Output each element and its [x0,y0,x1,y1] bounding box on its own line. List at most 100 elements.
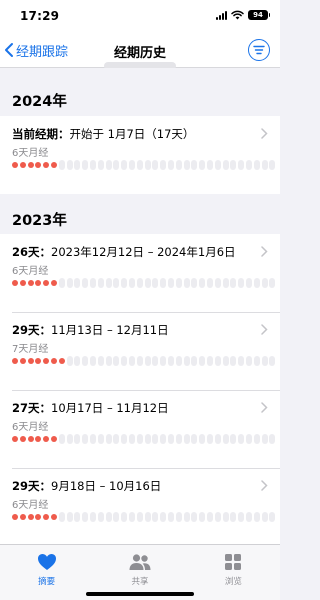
heart-icon [35,551,59,573]
period-day-dot [50,278,57,288]
cycle-day-marker [199,160,206,170]
cellular-signal-icon [216,10,227,20]
cycle-day-marker [222,512,229,522]
grid-icon [221,551,245,573]
cycle-day-marker [214,278,221,288]
period-day-dot [58,356,65,366]
cycle-day-marker [66,512,73,522]
cycle-day-marker [105,512,112,522]
cycle-day-marker [152,356,159,366]
cycle-day-marker [58,434,65,444]
period-row[interactable]: 26天：2023年12月12日 – 2024年1月6日 6天月经 [0,234,280,312]
cycle-day-marker [183,512,190,522]
cycle-day-marker [74,356,81,366]
cycle-day-marker [206,434,213,444]
cycle-day-marker [191,278,198,288]
cycle-day-marker [97,356,104,366]
period-day-dot [35,434,42,444]
cycle-day-marker [144,512,151,522]
cycle-day-marker [230,278,237,288]
cycle-day-marker [175,434,182,444]
cycle-day-marker [58,278,65,288]
cycle-day-marker [230,356,237,366]
cycle-day-marker [183,278,190,288]
cycle-dots [12,160,277,170]
period-day-dot [19,512,26,522]
cycle-day-marker [89,512,96,522]
cycle-day-marker [113,160,120,170]
period-row[interactable]: 29天：11月13日 – 12月11日 7天月经 [0,312,280,390]
cycle-day-marker [214,434,221,444]
cycle-day-marker [105,356,112,366]
cycle-day-marker [167,512,174,522]
cycle-day-marker [191,434,198,444]
chevron-right-icon [261,324,268,335]
period-day-dot [35,512,42,522]
period-row[interactable]: 当前经期：开始于 1月7日（17天） 6天月经 [0,116,280,194]
period-row[interactable]: 27天：10月17日 – 11月12日 6天月经 [0,390,280,468]
cycle-day-marker [97,278,104,288]
section-card-2024: 当前经期：开始于 1月7日（17天） 6天月经 [0,116,280,194]
cycle-dots [12,278,277,288]
period-day-dot [19,434,26,444]
period-day-dot [12,512,18,522]
cycle-day-marker [82,160,89,170]
cycle-day-marker [58,512,65,522]
cycle-day-marker [167,160,174,170]
cycle-day-marker [253,278,260,288]
cycle-day-marker [191,160,198,170]
cycle-day-marker [222,356,229,366]
cycle-day-marker [245,160,252,170]
cycle-day-marker [97,160,104,170]
cycle-day-marker [66,278,73,288]
tab-browse[interactable]: 浏览 [187,545,280,600]
cycle-day-marker [66,434,73,444]
page-title: 经期历史 [113,46,166,61]
cycle-day-marker [128,160,135,170]
period-day-dot [50,160,57,170]
period-day-dot [27,356,34,366]
period-day-dot [50,512,57,522]
cycle-day-marker [183,160,190,170]
cycle-day-marker [152,512,159,522]
cycle-day-marker [82,512,89,522]
cycle-day-marker [128,512,135,522]
cycle-day-marker [82,278,89,288]
cycle-day-marker [238,160,245,170]
cycle-day-marker [199,434,206,444]
cycle-day-marker [238,356,245,366]
cycle-day-marker [222,434,229,444]
cycle-day-marker [121,434,128,444]
period-day-dot [43,512,50,522]
cycle-day-marker [144,160,151,170]
cycle-dots [12,434,277,444]
status-time: 17:29 [20,9,60,23]
cycle-day-marker [160,278,167,288]
period-history-list: 2024年 当前经期：开始于 1月7日（17天） 6天月经 2023年 26天：… [0,68,280,554]
status-icons: 94 [216,10,270,20]
period-row[interactable]: 29天：9月18日 – 10月16日 6天月经 [0,468,280,546]
cycle-day-marker [136,512,143,522]
chevron-right-icon [261,480,268,491]
period-row-title: 当前经期：开始于 1月7日（17天） [12,127,195,141]
cycle-day-marker [74,512,81,522]
people-icon [128,551,152,573]
cycle-day-marker [66,160,73,170]
tab-summary[interactable]: 摘要 [0,545,93,600]
home-indicator [86,592,194,596]
period-row-title: 26天：2023年12月12日 – 2024年1月6日 [12,245,236,259]
period-row-title: 29天：11月13日 – 12月11日 [12,323,169,337]
cycle-day-marker [82,434,89,444]
cycle-day-marker [261,160,268,170]
cycle-day-marker [261,356,268,366]
cycle-day-marker [58,160,65,170]
cycle-day-marker [82,356,89,366]
period-day-dot [50,434,57,444]
cycle-day-marker [214,512,221,522]
cycle-day-marker [167,434,174,444]
cycle-day-marker [238,278,245,288]
cycle-day-marker [183,356,190,366]
filter-menu-button[interactable] [248,39,270,61]
cycle-day-marker [206,160,213,170]
period-duration: 6天月经 [12,148,49,159]
